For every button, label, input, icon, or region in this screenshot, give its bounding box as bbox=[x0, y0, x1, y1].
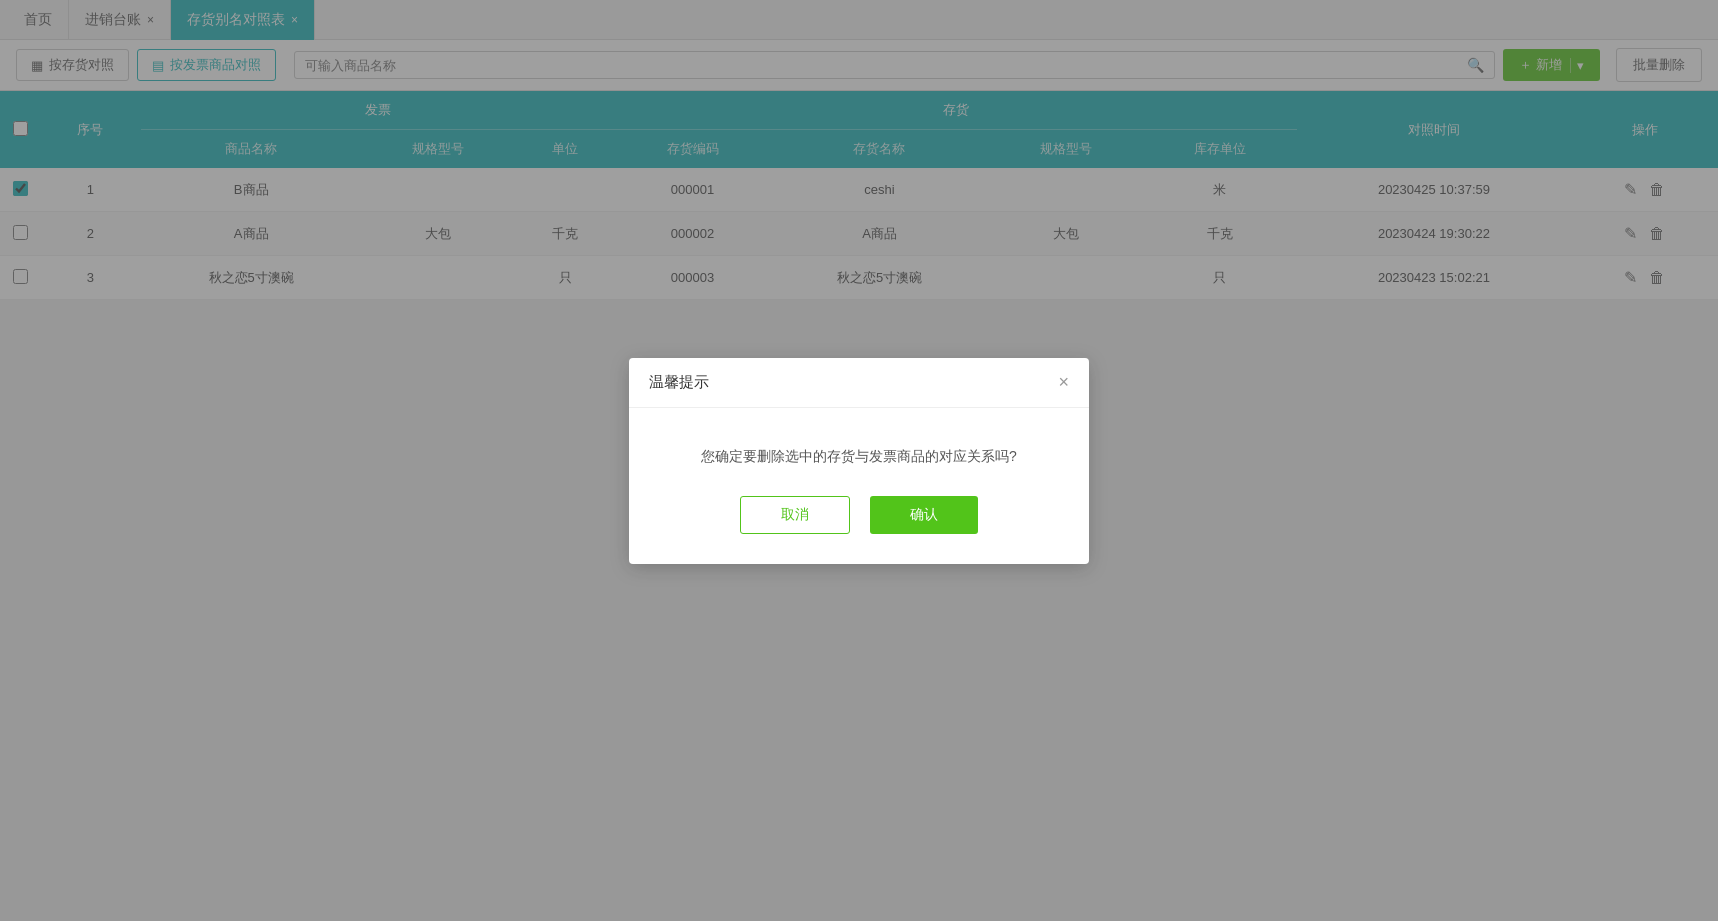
modal-overlay: 温馨提示 × 您确定要删除选中的存货与发票商品的对应关系吗? 取消 确认 bbox=[0, 0, 1718, 300]
